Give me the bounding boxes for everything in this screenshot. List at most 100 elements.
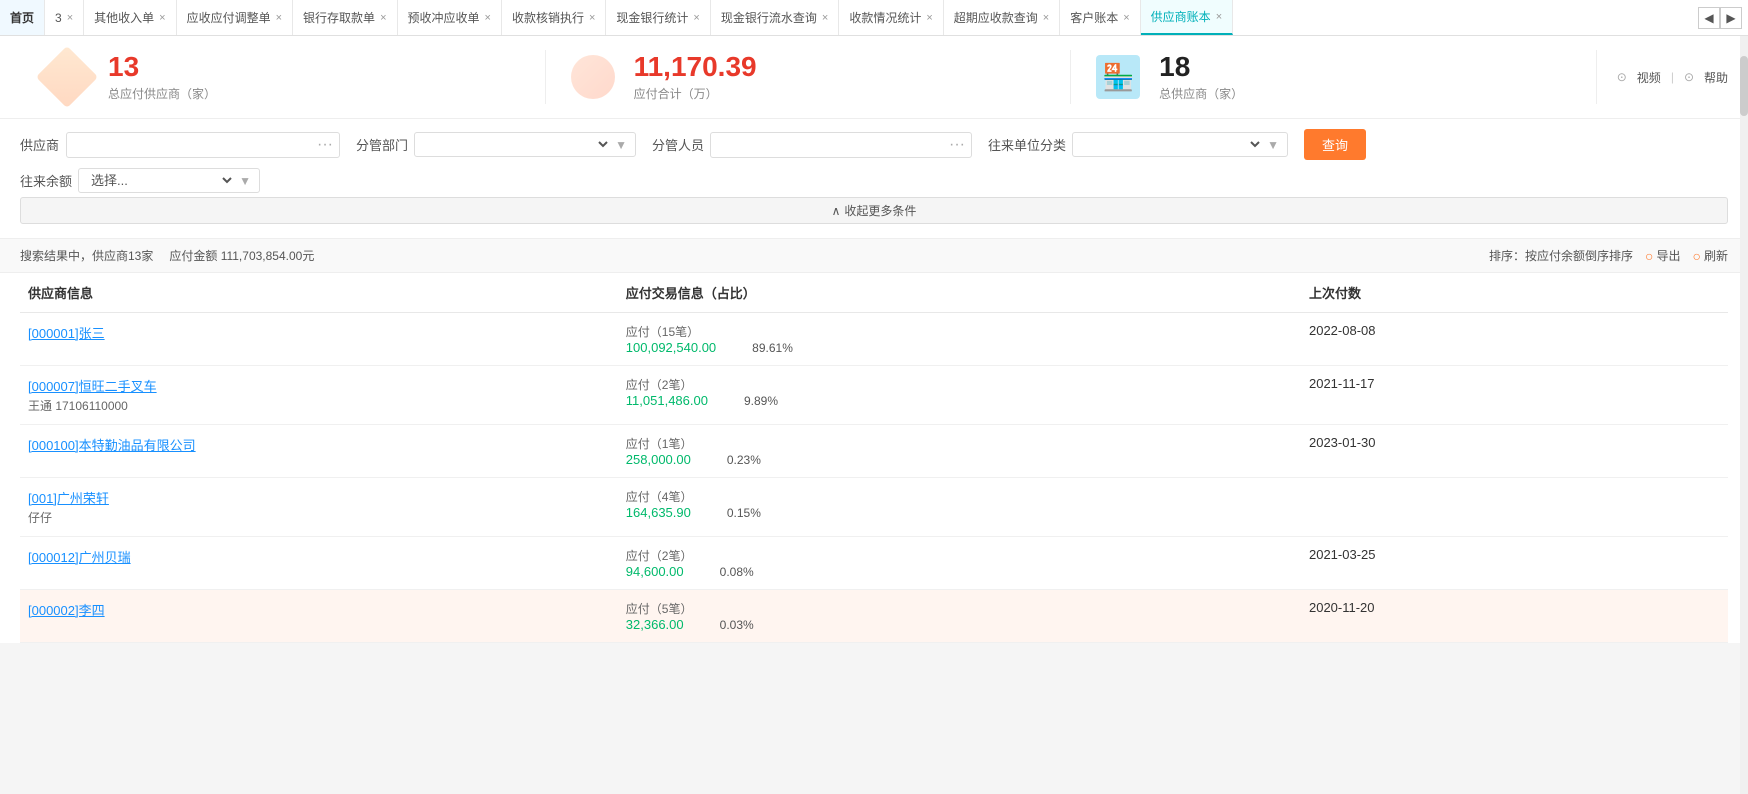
tx-info-cell: 应付（4笔）164,635.900.15% (618, 478, 1301, 537)
category-select[interactable] (1081, 136, 1263, 153)
video-link[interactable]: 视频 (1637, 69, 1661, 86)
supplier-info-cell: [000100]本特勤油品有限公司 (20, 425, 618, 478)
nav-tab-other-income[interactable]: 其他收入单 × (84, 0, 176, 35)
search-row-2: 往来余额 选择... ▼ (20, 168, 1728, 193)
close-icon[interactable]: × (485, 12, 491, 24)
close-icon[interactable]: × (67, 12, 73, 24)
close-icon[interactable]: × (822, 12, 828, 24)
person-input[interactable] (717, 137, 949, 152)
nav-arrows: ◀ ▶ (1692, 7, 1748, 29)
summary-info-1: 13 总应付供应商（家） (108, 52, 216, 103)
results-actions: 排序：按应付余额倒序排序 ○ 导出 ○ 刷新 (1489, 247, 1728, 264)
balance-select-wrap[interactable]: 选择... ▼ (78, 168, 260, 193)
nav-tab-cash-bank-flow-label: 现金银行流水查询 (721, 9, 817, 26)
tx-percent: 0.03% (700, 618, 754, 632)
search-field-category: 往来单位分类 ▼ (988, 132, 1288, 157)
person-dots-icon[interactable]: ··· (949, 136, 965, 154)
close-icon[interactable]: × (1123, 12, 1129, 24)
last-pay-cell: 2021-03-25 (1301, 537, 1728, 590)
close-icon[interactable]: × (380, 12, 386, 24)
nav-tab-home[interactable]: 首页 (0, 0, 45, 35)
supplier-info-cell: [000012]广州贝瑞 (20, 537, 618, 590)
category-select-wrap[interactable]: ▼ (1072, 132, 1288, 157)
table-row: [000001]张三应付（15笔）100,092,540.0089.61%202… (20, 313, 1728, 366)
tx-info-cell: 应付（1笔）258,000.000.23% (618, 425, 1301, 478)
nav-tab-cash-bank-flow[interactable]: 现金银行流水查询 × (711, 0, 839, 35)
close-icon[interactable]: × (1043, 12, 1049, 24)
nav-tab-3-label: 3 (55, 11, 62, 25)
store-icon (1091, 50, 1145, 104)
supplier-link[interactable]: [000001]张三 (28, 326, 105, 341)
dept-select-wrap[interactable]: ▼ (414, 132, 636, 157)
tx-label: 应付（5笔） (626, 600, 1293, 617)
nav-tab-advance[interactable]: 预收冲应收单 × (398, 0, 502, 35)
nav-tab-collection-stat[interactable]: 收款情况统计 × (839, 0, 943, 35)
supplier-dots-icon[interactable]: ··· (317, 136, 333, 154)
close-icon[interactable]: × (693, 12, 699, 24)
nav-tab-overdue[interactable]: 超期应收款查询 × (944, 0, 1060, 35)
supplier-input-wrap[interactable]: ··· (66, 132, 340, 158)
nav-tab-bank-deposit[interactable]: 银行存取款单 × (293, 0, 397, 35)
supplier-link[interactable]: [000100]本特勤油品有限公司 (28, 438, 196, 453)
last-pay-cell: 2022-08-08 (1301, 313, 1728, 366)
last-pay-date: 2021-11-17 (1309, 376, 1375, 391)
total-suppliers-count: 18 (1159, 52, 1243, 83)
table-row: [001]广州荣轩仔仔应付（4笔）164,635.900.15% (20, 478, 1728, 537)
supplier-link[interactable]: [000007]恒旺二手叉车 (28, 379, 157, 394)
person-input-wrap[interactable]: ··· (710, 132, 972, 158)
tx-amount: 258,000.00 (626, 452, 691, 467)
tx-percent: 0.08% (700, 565, 754, 579)
tx-percent: 0.23% (707, 453, 761, 467)
sort-select[interactable]: 排序：按应付余额倒序排序 (1489, 247, 1633, 264)
nav-tab-collection-exec[interactable]: 收款核销执行 × (502, 0, 606, 35)
supplier-input[interactable] (73, 137, 317, 152)
dept-select[interactable] (423, 136, 611, 153)
supplier-link[interactable]: [000012]广州贝瑞 (28, 550, 131, 565)
supplier-sub-info: 王通 17106110000 (28, 397, 610, 414)
collapse-button[interactable]: ∧ 收起更多条件 (20, 197, 1728, 224)
close-icon[interactable]: × (1216, 11, 1222, 23)
summary-bar: 13 总应付供应商（家） 11,170.39 应付合计（万） 18 总供应商（家… (0, 36, 1748, 119)
data-table: 供应商信息 应付交易信息（占比） 上次付数 [000001]张三应付（15笔）1… (20, 273, 1728, 643)
table-header-row: 供应商信息 应付交易信息（占比） 上次付数 (20, 273, 1728, 313)
close-icon[interactable]: × (159, 12, 165, 24)
scrollbar-thumb[interactable] (1740, 56, 1748, 116)
table-row: [000007]恒旺二手叉车王通 17106110000应付（2笔）11,051… (20, 366, 1728, 425)
tx-amount: 32,366.00 (626, 617, 684, 632)
close-icon[interactable]: × (276, 12, 282, 24)
nav-tab-bank-deposit-label: 银行存取款单 (303, 9, 375, 26)
nav-tab-customer[interactable]: 客户账本 × (1060, 0, 1140, 35)
close-icon[interactable]: × (589, 12, 595, 24)
nav-tab-payable-adjust[interactable]: 应收应付调整单 × (177, 0, 293, 35)
help-link[interactable]: 帮助 (1704, 69, 1728, 86)
balance-select[interactable]: 选择... (87, 172, 235, 189)
nav-next-button[interactable]: ▶ (1720, 7, 1742, 29)
close-icon[interactable]: × (926, 12, 932, 24)
search-field-supplier: 供应商 ··· (20, 132, 340, 158)
nav-tab-collection-stat-label: 收款情况统计 (849, 9, 921, 26)
refresh-label: 刷新 (1704, 247, 1728, 264)
supplier-info-cell: [000001]张三 (20, 313, 618, 366)
supplier-link[interactable]: [000002]李四 (28, 603, 105, 618)
category-label: 往来单位分类 (988, 135, 1066, 154)
export-button[interactable]: ○ 导出 (1645, 247, 1680, 264)
chevron-down-icon-3: ▼ (239, 174, 251, 188)
right-scrollbar[interactable] (1740, 36, 1748, 794)
diamond-icon (40, 50, 94, 104)
supplier-label: 供应商 (20, 135, 60, 154)
search-bar: 供应商 ··· 分管部门 ▼ 分管人员 ··· 往来单位分类 ▼ (0, 119, 1748, 239)
supplier-link[interactable]: [001]广州荣轩 (28, 491, 109, 506)
nav-tab-supplier[interactable]: 供应商账本 × (1141, 0, 1233, 35)
chevron-down-icon-2: ▼ (1267, 138, 1279, 152)
query-button[interactable]: 查询 (1304, 129, 1366, 160)
tx-percent: 0.15% (707, 506, 761, 520)
refresh-button[interactable]: ○ 刷新 (1693, 247, 1728, 264)
payable-suppliers-label: 总应付供应商（家） (108, 85, 216, 102)
nav-tab-3[interactable]: 3 × (45, 0, 84, 35)
nav-prev-button[interactable]: ◀ (1698, 7, 1720, 29)
total-suppliers-label: 总供应商（家） (1159, 85, 1243, 102)
search-row-1: 供应商 ··· 分管部门 ▼ 分管人员 ··· 往来单位分类 ▼ (20, 129, 1728, 160)
last-pay-date: 2023-01-30 (1309, 435, 1376, 450)
nav-tab-cash-bank-stat[interactable]: 现金银行统计 × (606, 0, 710, 35)
data-table-wrap: 供应商信息 应付交易信息（占比） 上次付数 [000001]张三应付（15笔）1… (0, 273, 1748, 643)
